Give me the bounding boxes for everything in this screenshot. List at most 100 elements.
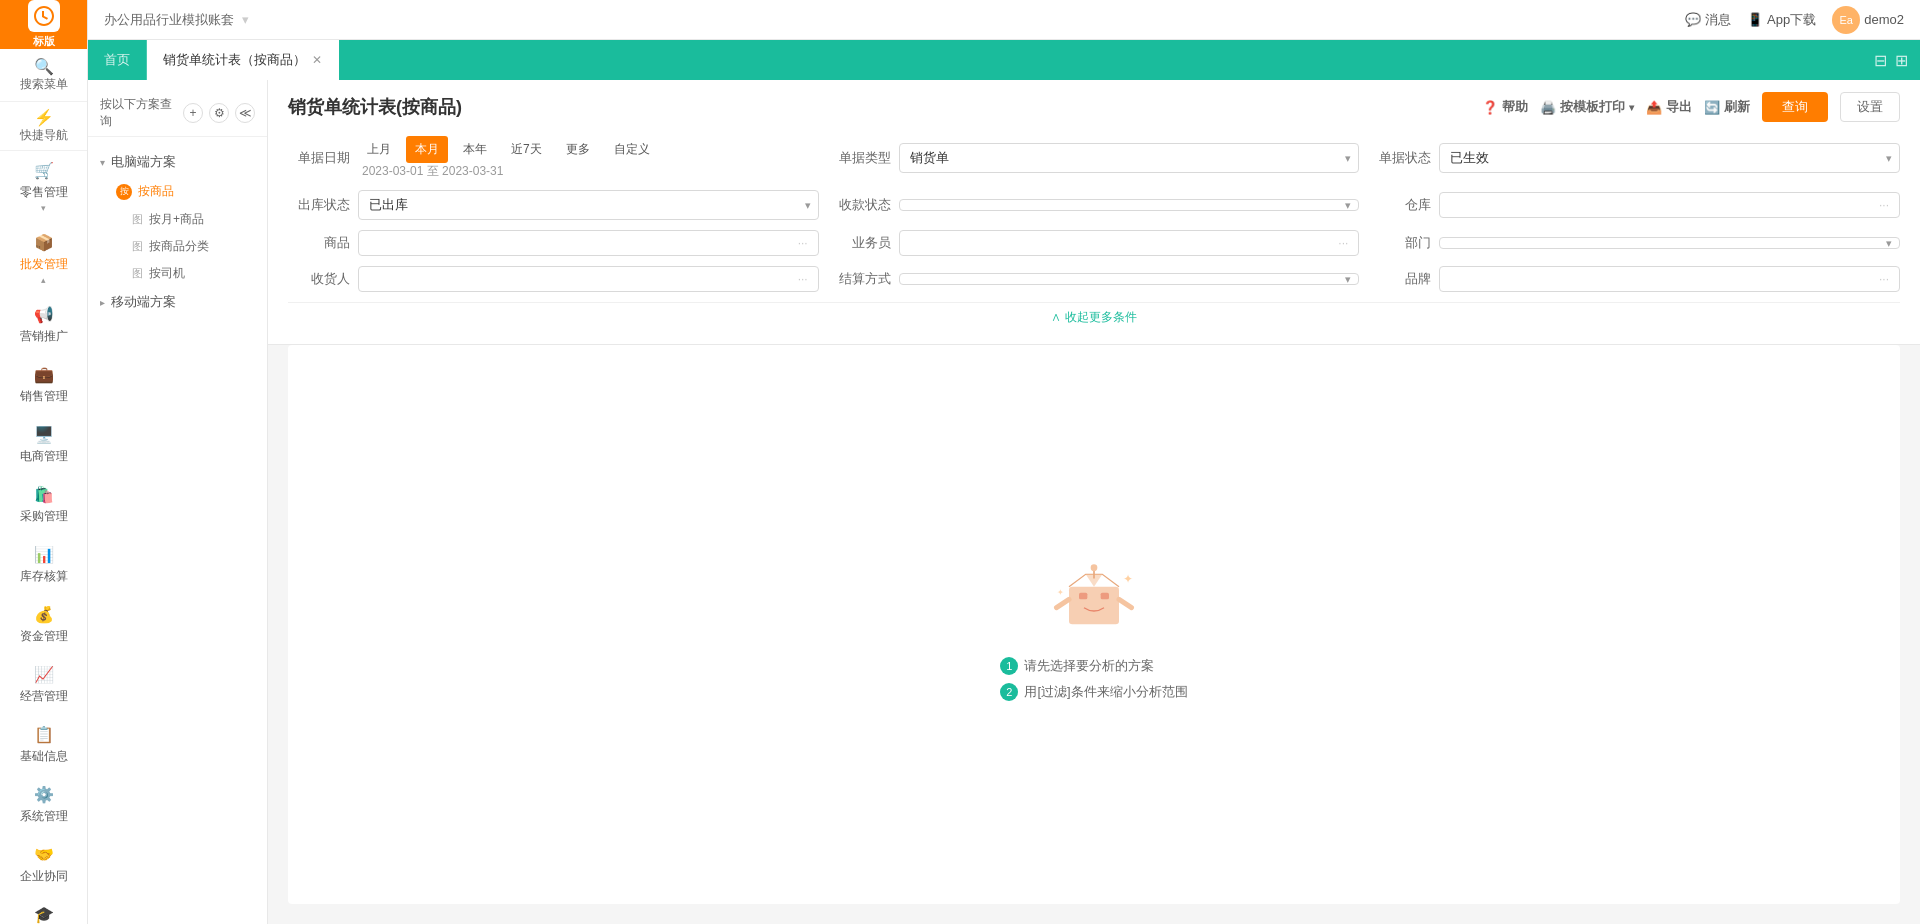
sidebar-item-ecommerce[interactable]: 🖥️ 电商管理 [0, 415, 87, 475]
out-status-select[interactable]: 已出库 [358, 190, 819, 220]
staff-input[interactable]: ··· [899, 230, 1360, 256]
refresh-button[interactable]: 🔄 刷新 [1704, 98, 1750, 116]
date-btn-more[interactable]: 更多 [557, 136, 599, 163]
collapse-button[interactable]: ∧ 收起更多条件 [288, 302, 1900, 332]
date-buttons: 上月 本月 本年 近7天 更多 自定义 [358, 136, 819, 163]
tab-minimize-icon[interactable]: ⊟ [1874, 51, 1887, 70]
content-area: 按以下方案查询 + ⚙ ≪ ▾ 电脑端方案 按 按商品 图 按月+商品 [88, 80, 1920, 924]
filter-area: 销货单统计表(按商品) ❓ 帮助 🖨️ 按模板打印 ▾ 📤 [268, 80, 1920, 345]
out-status-filter-cell: 出库状态 已出库 [288, 190, 819, 220]
tree-mobile-section[interactable]: ▸ 移动端方案 [88, 287, 267, 317]
help-button[interactable]: ❓ 帮助 [1482, 98, 1528, 116]
sidebar-item-marketing-label: 营销推广 [20, 328, 68, 345]
app-download-button[interactable]: 📱 App下载 [1747, 11, 1816, 29]
payment-select[interactable] [899, 273, 1360, 285]
avatar: Ea [1832, 6, 1860, 34]
sidebar-item-finance[interactable]: 💰 资金管理 [0, 595, 87, 655]
date-btn-custom[interactable]: 自定义 [605, 136, 659, 163]
brand-input[interactable]: ··· [1439, 266, 1900, 292]
tree-sub-month-label: 按月+商品 [149, 211, 204, 228]
sidebar-item-sales-label: 销售管理 [20, 388, 68, 405]
sidebar-item-basic-info[interactable]: 📋 基础信息 [0, 715, 87, 775]
refresh-label: 刷新 [1724, 98, 1750, 116]
collapse-label: ∧ 收起更多条件 [1051, 310, 1136, 324]
receipt-status-select[interactable] [899, 199, 1360, 211]
message-icon: 💬 [1685, 12, 1701, 27]
tree-child-goods-label: 按商品 [138, 183, 174, 200]
tree-sub-driver[interactable]: 图 按司机 [88, 260, 267, 287]
panel-add-button[interactable]: + [183, 103, 203, 123]
tree-sub-category-icon: 图 [132, 239, 143, 254]
status-select[interactable]: 已生效 [1439, 143, 1900, 173]
sidebar-item-system[interactable]: ⚙️ 系统管理 [0, 775, 87, 835]
tree-sub-goods-category[interactable]: 图 按商品分类 [88, 233, 267, 260]
tree-pc-section[interactable]: ▾ 电脑端方案 [88, 147, 267, 177]
sidebar-item-sales[interactable]: 💼 销售管理 [0, 355, 87, 415]
tab-home[interactable]: 首页 [88, 40, 147, 80]
sidebar-item-operations[interactable]: 📈 经营管理 [0, 655, 87, 715]
tab-maximize-icon[interactable]: ⊞ [1895, 51, 1908, 70]
app-download-label: App下载 [1767, 11, 1816, 29]
sidebar-item-marketing[interactable]: 📢 营销推广 [0, 295, 87, 355]
sidebar-item-retail-label: 零售管理 [20, 184, 68, 201]
print-button[interactable]: 🖨️ 按模板打印 ▾ [1540, 98, 1634, 116]
tab-home-label: 首页 [104, 51, 130, 69]
sidebar-item-retail[interactable]: 🛒 零售管理 ▾ [0, 151, 87, 223]
user-profile[interactable]: Ea demo2 [1832, 6, 1904, 34]
goods-input[interactable]: ··· [358, 230, 819, 256]
filter-row-4: 收货人 ··· 结算方式 [288, 266, 1900, 292]
export-icon: 📤 [1646, 100, 1662, 115]
type-select[interactable]: 销货单 [899, 143, 1360, 173]
settings-button[interactable]: 设置 [1840, 92, 1900, 122]
warehouse-input[interactable]: ··· [1439, 192, 1900, 218]
sidebar-item-wholesale[interactable]: 📦 批发管理 ▴ [0, 223, 87, 295]
page-actions: ❓ 帮助 🖨️ 按模板打印 ▾ 📤 导出 � [1482, 92, 1900, 122]
panel-settings-button[interactable]: ⚙ [209, 103, 229, 123]
panel-collapse-button[interactable]: ≪ [235, 103, 255, 123]
status-select-wrap: 已生效 [1439, 143, 1900, 173]
sidebar-item-inventory[interactable]: 📊 库存核算 [0, 535, 87, 595]
tree-child-by-goods[interactable]: 按 按商品 [88, 177, 267, 206]
tree-mobile-label: 移动端方案 [111, 293, 176, 311]
receiver-input[interactable]: ··· [358, 266, 819, 292]
shortcut-nav[interactable]: ⚡ 快捷导航 [0, 102, 87, 151]
dept-select-wrap [1439, 237, 1900, 249]
query-button[interactable]: 查询 [1762, 92, 1828, 122]
export-button[interactable]: 📤 导出 [1646, 98, 1692, 116]
sidebar-item-enterprise[interactable]: 🤝 企业协同 [0, 835, 87, 895]
refresh-icon: 🔄 [1704, 100, 1720, 115]
tree-sub-month-goods[interactable]: 图 按月+商品 [88, 206, 267, 233]
help-label: 帮助 [1502, 98, 1528, 116]
app-subtitle: 标版 [33, 34, 55, 49]
sidebar: 标版 🔍 搜索菜单 ⚡ 快捷导航 🛒 零售管理 ▾ 📦 批发管理 ▴ 📢 营销推… [0, 0, 88, 924]
warehouse-label: 仓库 [1369, 196, 1439, 214]
payment-label: 结算方式 [829, 270, 899, 288]
tree-sub-month-icon: 图 [132, 212, 143, 227]
svg-rect-1 [1079, 592, 1087, 599]
svg-rect-2 [1101, 592, 1109, 599]
sidebar-item-purchase-label: 采购管理 [20, 508, 68, 525]
date-btn-this-month[interactable]: 本月 [406, 136, 448, 163]
tree-pc-arrow-icon: ▾ [100, 157, 105, 168]
sidebar-item-system-label: 系统管理 [20, 808, 68, 825]
shortcut-nav-label: 快捷导航 [0, 127, 87, 144]
app-logo: 标版 [0, 0, 87, 49]
sidebar-item-purchase[interactable]: 🛍️ 采购管理 [0, 475, 87, 535]
brand-label: 品牌 [1369, 270, 1439, 288]
print-arrow-icon: ▾ [1629, 102, 1634, 113]
tab-sales-stats[interactable]: 销货单统计表（按商品） ✕ [147, 40, 339, 80]
date-btn-this-year[interactable]: 本年 [454, 136, 496, 163]
dept-select[interactable] [1439, 237, 1900, 249]
search-menu[interactable]: 🔍 搜索菜单 [0, 49, 87, 102]
message-button[interactable]: 💬 消息 [1685, 11, 1731, 29]
date-range-display: 2023-03-01 至 2023-03-31 [362, 163, 819, 180]
tip-text-2: 用[过滤]条件来缩小分析范围 [1024, 683, 1187, 701]
tab-close-icon[interactable]: ✕ [312, 54, 322, 66]
date-btn-last-month[interactable]: 上月 [358, 136, 400, 163]
header-right: 💬 消息 📱 App下载 Ea demo2 [1685, 6, 1904, 34]
staff-more-icon: ··· [1338, 236, 1348, 250]
panel-header-label: 按以下方案查询 [100, 96, 177, 130]
type-filter-cell: 单据类型 销货单 [829, 143, 1360, 173]
date-btn-7days[interactable]: 近7天 [502, 136, 551, 163]
sidebar-item-guide[interactable]: 🎓 新手引导 [0, 895, 87, 924]
